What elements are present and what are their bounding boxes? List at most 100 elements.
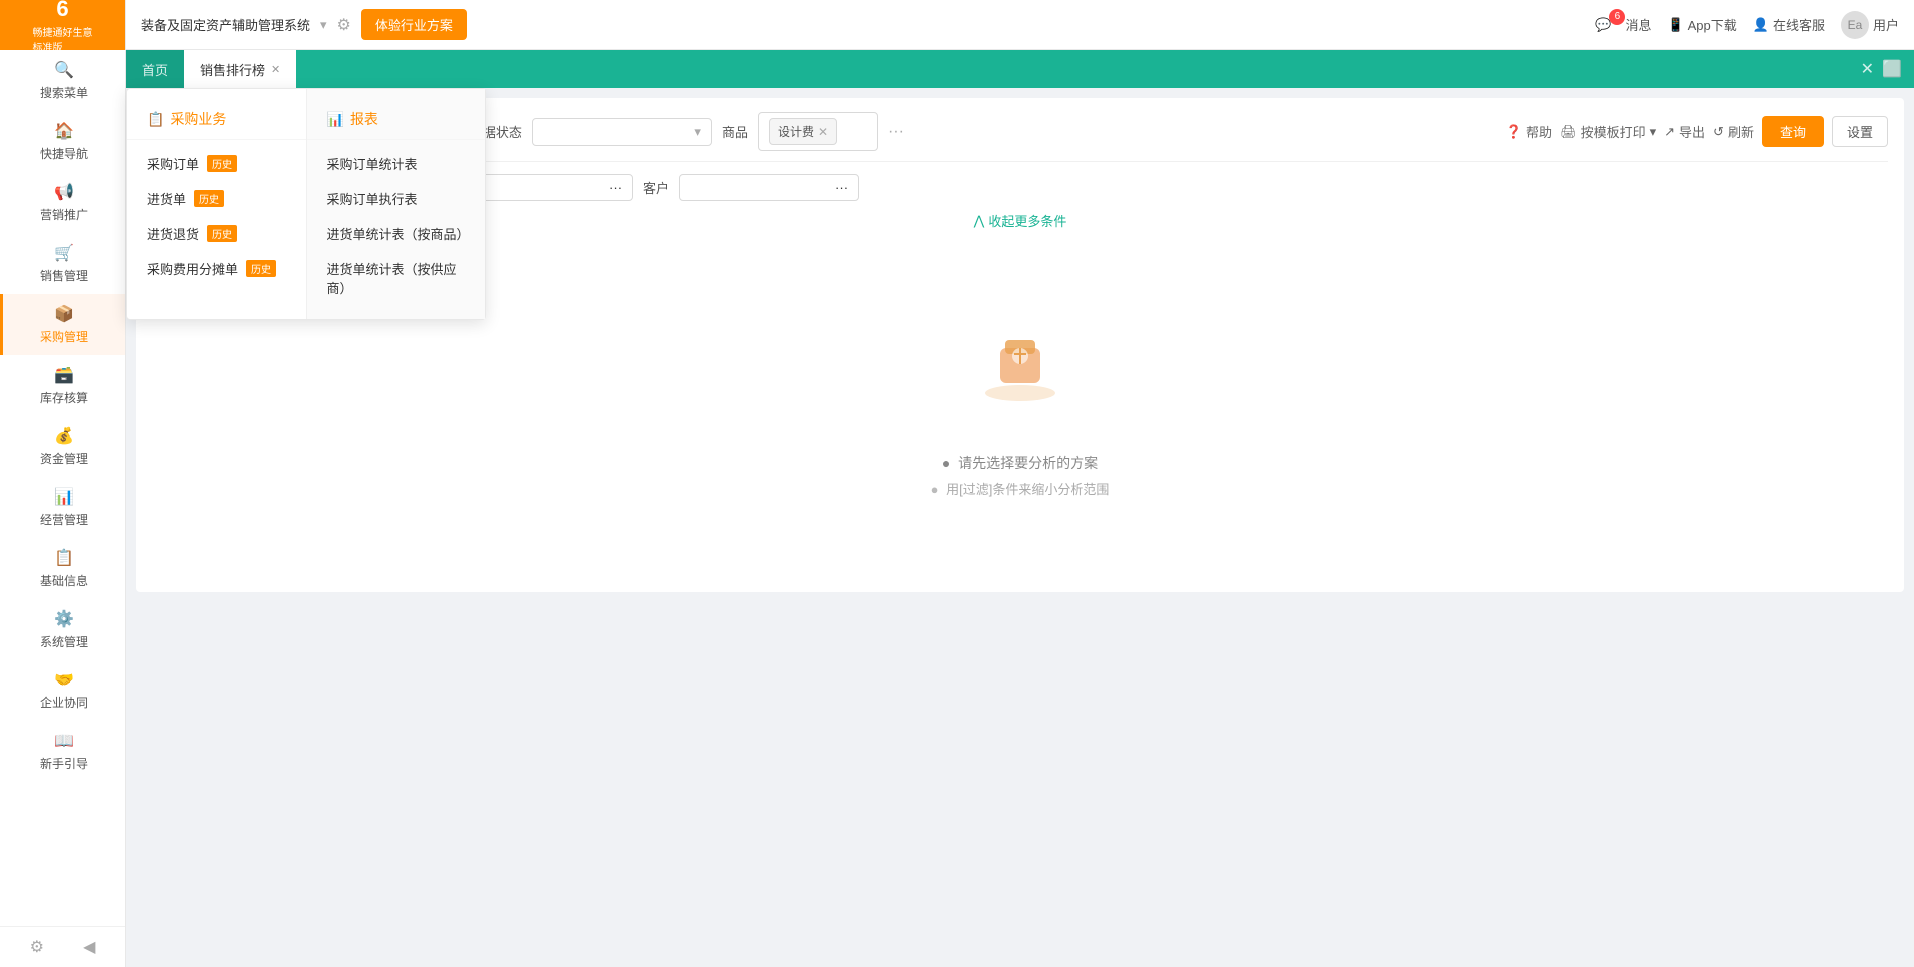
sidebar-logo: 6 畅捷通好生意 标准版 — [0, 0, 125, 50]
dropdown-item-supplier-stat[interactable]: 进货单统计表（按供应商） — [307, 251, 486, 305]
purchase-icon: 📦 — [54, 304, 74, 324]
collapse-more-conditions[interactable]: ⋀ 收起更多条件 — [974, 211, 1067, 230]
supplier-stat-label: 进货单统计表（按供应商） — [327, 259, 466, 297]
settings-button[interactable]: 设置 — [1832, 116, 1888, 147]
sidebar-collapse-btn[interactable]: ◀ — [83, 937, 95, 957]
goods-more-btn[interactable]: ··· — [888, 123, 904, 141]
sidebar-item-inventory[interactable]: 🗃️ 库存核算 — [0, 355, 125, 416]
dropdown-item-purchase-goods[interactable]: 进货单 历史 — [127, 181, 306, 216]
empty-bullet2: ● — [931, 482, 939, 497]
header-gear-icon[interactable]: ⚙ — [337, 15, 351, 35]
header-user[interactable]: Ea 用户 — [1841, 11, 1899, 39]
phone-icon: 📱 — [1667, 17, 1683, 33]
goods-tag-text: 设计费 — [778, 123, 814, 140]
purchase-col-title-text: 采购业务 — [170, 109, 226, 129]
experience-button[interactable]: 体验行业方案 — [361, 9, 467, 40]
empty-tip2: ● 用[过滤]条件来缩小分析范围 — [931, 479, 1110, 498]
sidebar-item-sales[interactable]: 🛒 销售管理 — [0, 233, 125, 294]
dropdown-report-col: 📊 报表 采购订单统计表 采购订单执行表 进货单统计表（按商品） 进货单统计表（… — [306, 89, 486, 319]
empty-tip1-text: 请先选择要分析的方案 — [958, 455, 1098, 471]
sidebar-item-operation[interactable]: 📊 经营管理 — [0, 477, 125, 538]
dropdown-item-purchase-order[interactable]: 采购订单 历史 — [127, 146, 306, 181]
tab-home[interactable]: 首页 — [126, 50, 184, 88]
goods-tag-close[interactable]: ✕ — [818, 125, 828, 139]
tab-sales-ranking-label: 销售排行榜 — [200, 60, 265, 79]
sidebar-settings-btn[interactable]: ⚙ — [30, 937, 44, 957]
sidebar-item-label: 快捷导航 — [40, 145, 88, 162]
goods-label: 商品 — [722, 122, 748, 141]
marketing-icon: 📢 — [54, 182, 74, 202]
sidebar-item-purchase[interactable]: 📦 采购管理 — [0, 294, 125, 355]
sidebar-item-label: 新手引导 — [40, 755, 88, 772]
header-dropdown-icon[interactable]: ▾ — [320, 17, 327, 33]
header-online-service[interactable]: 👤 在线客服 — [1753, 15, 1825, 34]
purchase-return-history: 历史 — [207, 225, 237, 242]
base-icon: 📋 — [54, 548, 74, 568]
goods-filter[interactable]: 设计费 ✕ — [758, 112, 878, 151]
header: 装备及固定资产辅助管理系统 ▾ ⚙ 体验行业方案 💬 6 消息 📱 App下载 … — [126, 0, 1914, 50]
header-right: 💬 6 消息 📱 App下载 👤 在线客服 Ea 用户 — [1595, 11, 1899, 39]
operation-icon: 📊 — [54, 487, 74, 507]
purchase-return-label: 进货退货 — [147, 224, 199, 243]
avatar-initial: Ea — [1848, 18, 1863, 32]
tab-close-icon[interactable]: ✕ — [271, 63, 280, 76]
salesperson-more-btn[interactable]: ··· — [609, 180, 622, 195]
print-dropdown-icon: ▾ — [1650, 124, 1657, 140]
sidebar-item-label: 资金管理 — [40, 450, 88, 467]
purchase-order-exec-label: 采购订单执行表 — [327, 189, 418, 208]
customer-select[interactable]: ··· — [679, 174, 859, 201]
print-template-btn[interactable]: 🖨 按模板打印 ▾ — [1560, 122, 1656, 141]
sidebar-item-marketing[interactable]: 📢 营销推广 — [0, 172, 125, 233]
dropdown-item-purchase-cost[interactable]: 采购费用分摊单 历史 — [127, 251, 306, 286]
dropdown-item-purchase-order-stat[interactable]: 采购订单统计表 — [307, 146, 486, 181]
header-message[interactable]: 💬 6 消息 — [1595, 15, 1651, 34]
sidebar-item-label: 营销推广 — [40, 206, 88, 223]
empty-tip2-text: 用[过滤]条件来缩小分析范围 — [946, 482, 1109, 497]
doc-status-select[interactable]: ▾ — [532, 118, 712, 146]
dropdown-purchase-title: 📋 采购业务 — [127, 103, 306, 140]
tab-close-all-icon[interactable]: ✕ — [1861, 59, 1874, 79]
sidebar-item-base[interactable]: 📋 基础信息 — [0, 538, 125, 599]
purchase-col-icon: 📋 — [147, 111, 164, 128]
header-system-title: 装备及固定资产辅助管理系统 — [141, 15, 310, 34]
dropdown-item-purchase-return[interactable]: 进货退货 历史 — [127, 216, 306, 251]
help-label: 帮助 — [1526, 122, 1552, 141]
sidebar-bottom: ⚙ ◀ — [0, 926, 125, 967]
print-icon: 🖨 — [1560, 124, 1577, 140]
purchase-cost-history: 历史 — [246, 260, 276, 277]
tabbar: 首页 销售排行榜 ✕ ✕ ⬜ — [126, 50, 1914, 88]
purchase-goods-label: 进货单 — [147, 189, 186, 208]
refresh-icon: ↺ — [1713, 124, 1724, 140]
tab-sales-ranking[interactable]: 销售排行榜 ✕ — [184, 50, 296, 88]
dropdown-item-purchase-order-exec[interactable]: 采购订单执行表 — [307, 181, 486, 216]
online-service-label: 在线客服 — [1773, 15, 1825, 34]
sidebar: 6 畅捷通好生意 标准版 🔍 搜索菜单 🏠 快捷导航 📢 营销推广 🛒 销售管理… — [0, 0, 126, 967]
toolbar-right: ❓ 帮助 🖨 按模板打印 ▾ ↗ 导出 ↺ 刷新 查询 设置 — [1506, 116, 1888, 147]
sidebar-item-search[interactable]: 🔍 搜索菜单 — [0, 50, 125, 111]
tab-end-icons: ✕ ⬜ — [1861, 59, 1914, 79]
sidebar-item-cooperation[interactable]: 🤝 企业协同 — [0, 660, 125, 721]
export-btn[interactable]: ↗ 导出 — [1664, 122, 1705, 141]
sidebar-item-system[interactable]: ⚙️ 系统管理 — [0, 599, 125, 660]
help-btn[interactable]: ❓ 帮助 — [1506, 122, 1552, 141]
export-label: 导出 — [1679, 122, 1705, 141]
refresh-btn[interactable]: ↺ 刷新 — [1713, 122, 1754, 141]
customer-more-btn[interactable]: ··· — [835, 180, 848, 195]
sidebar-item-label: 销售管理 — [40, 267, 88, 284]
tab-maximize-icon[interactable]: ⬜ — [1882, 59, 1902, 79]
dropdown-report-title: 📊 报表 — [307, 103, 486, 140]
dropdown-item-goods-stat[interactable]: 进货单统计表（按商品） — [307, 216, 486, 251]
purchase-goods-history: 历史 — [194, 190, 224, 207]
sidebar-item-finance[interactable]: 💰 资金管理 — [0, 416, 125, 477]
report-col-title-text: 报表 — [350, 109, 378, 129]
sidebar-item-guide[interactable]: 📖 新手引导 — [0, 721, 125, 782]
dropdown-menu: 📋 采购业务 采购订单 历史 进货单 历史 进货退货 历史 采购费用分摊单 历史 — [126, 88, 486, 320]
header-app-download[interactable]: 📱 App下载 — [1667, 15, 1736, 34]
empty-illustration — [970, 318, 1070, 437]
logo-icon: 6 — [56, 0, 68, 22]
sidebar-item-quick[interactable]: 🏠 快捷导航 — [0, 111, 125, 172]
goods-tag: 设计费 ✕ — [769, 118, 837, 145]
message-label: 消息 — [1625, 15, 1651, 34]
query-button[interactable]: 查询 — [1762, 116, 1824, 147]
service-icon: 👤 — [1753, 17, 1769, 33]
